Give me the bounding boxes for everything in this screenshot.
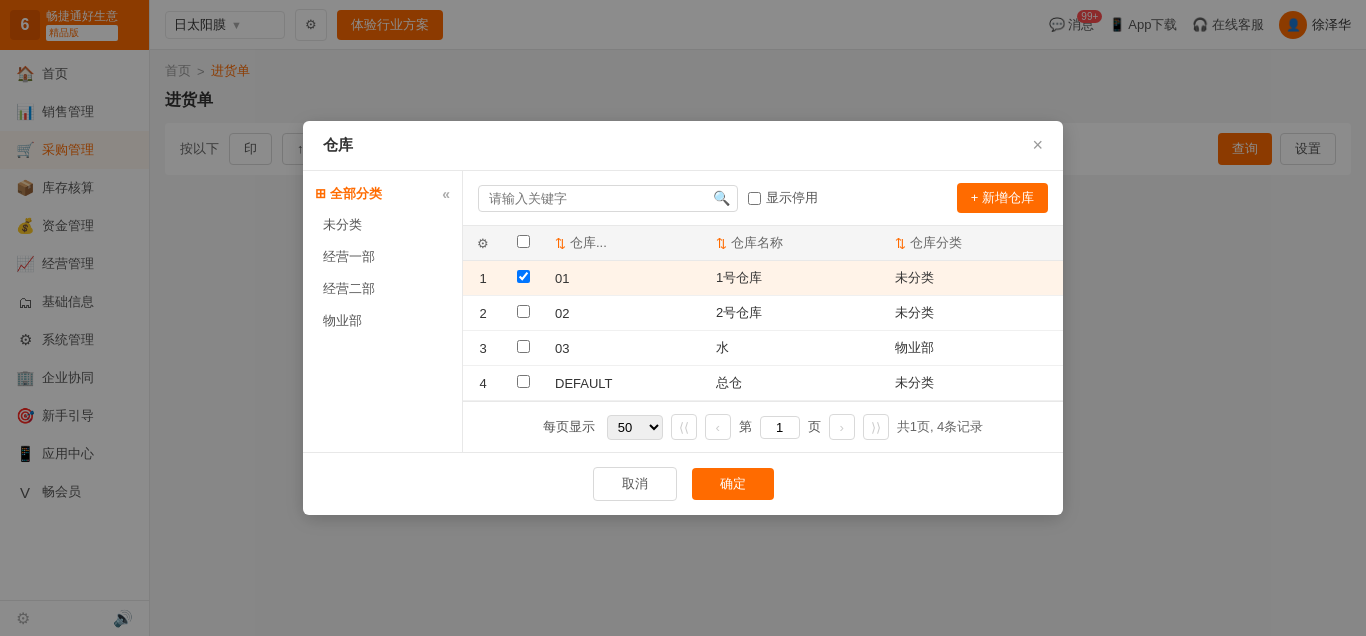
category-panel: ⊞ 全部分类 « 未分类经营一部经营二部物业部 bbox=[303, 171, 463, 452]
last-page-button[interactable]: ⟩⟩ bbox=[863, 414, 889, 440]
th-code: ⇅ 仓库... bbox=[543, 226, 704, 261]
show-disabled-checkbox[interactable] bbox=[748, 192, 761, 205]
total-info: 共1页, 4条记录 bbox=[897, 418, 984, 436]
sort-name-icon: ⇅ bbox=[716, 236, 727, 251]
page-size-label: 每页显示 bbox=[543, 418, 595, 436]
category-item-经营二部[interactable]: 经营二部 bbox=[303, 273, 462, 305]
modal-header: 仓库 × bbox=[303, 121, 1063, 171]
sort-code-icon: ⇅ bbox=[555, 236, 566, 251]
row-name: 总仓 bbox=[704, 366, 884, 401]
page-size-select[interactable]: 102050100 bbox=[607, 415, 663, 440]
row-code: 02 bbox=[543, 296, 704, 331]
category-all-header[interactable]: ⊞ 全部分类 « bbox=[303, 179, 462, 209]
modal-pagination: 每页显示 102050100 ⟨⟨ ‹ 第 页 › ⟩⟩ 共1页, 4条记录 bbox=[463, 401, 1063, 452]
modal-close-button[interactable]: × bbox=[1032, 135, 1043, 156]
search-icon[interactable]: 🔍 bbox=[713, 190, 730, 206]
th-name-label: 仓库名称 bbox=[731, 234, 783, 252]
confirm-button[interactable]: 确定 bbox=[692, 468, 774, 500]
search-input[interactable] bbox=[478, 185, 738, 212]
sort-category-icon: ⇅ bbox=[895, 236, 906, 251]
row-code: 01 bbox=[543, 261, 704, 296]
page-label: 第 bbox=[739, 418, 752, 436]
row-num: 1 bbox=[463, 261, 503, 296]
content-toolbar: 🔍 显示停用 + 新增仓库 bbox=[463, 171, 1063, 226]
modal-title: 仓库 bbox=[323, 136, 353, 155]
table-row[interactable]: 1 01 1号仓库 未分类 bbox=[463, 261, 1063, 296]
row-check[interactable] bbox=[503, 296, 543, 331]
cancel-button[interactable]: 取消 bbox=[593, 467, 677, 501]
warehouse-modal: 仓库 × ⊞ 全部分类 « 未分类经营一部经营二部物业部 bbox=[303, 121, 1063, 515]
table-row[interactable]: 2 02 2号仓库 未分类 bbox=[463, 296, 1063, 331]
show-disabled-wrap: 显示停用 bbox=[748, 189, 818, 207]
show-disabled-label: 显示停用 bbox=[766, 189, 818, 207]
row-check[interactable] bbox=[503, 331, 543, 366]
row-check[interactable] bbox=[503, 366, 543, 401]
row-check[interactable] bbox=[503, 261, 543, 296]
page-number-input[interactable] bbox=[760, 416, 800, 439]
th-category: ⇅ 仓库分类 bbox=[883, 226, 1063, 261]
table-row[interactable]: 4 DEFAULT 总仓 未分类 bbox=[463, 366, 1063, 401]
add-warehouse-button[interactable]: + 新增仓库 bbox=[957, 183, 1048, 213]
row-name: 2号仓库 bbox=[704, 296, 884, 331]
page-suffix: 页 bbox=[808, 418, 821, 436]
category-collapse-icon[interactable]: « bbox=[442, 186, 450, 202]
table-body: 1 01 1号仓库 未分类 2 02 2号仓库 未分类 3 03 水 物业部 4… bbox=[463, 261, 1063, 401]
row-category: 物业部 bbox=[883, 331, 1063, 366]
row-num: 2 bbox=[463, 296, 503, 331]
gear-th-icon: ⚙ bbox=[477, 236, 489, 251]
category-item-未分类[interactable]: 未分类 bbox=[303, 209, 462, 241]
row-name: 水 bbox=[704, 331, 884, 366]
grid-icon: ⊞ bbox=[315, 186, 326, 201]
table-row[interactable]: 3 03 水 物业部 bbox=[463, 331, 1063, 366]
table-head: ⚙ ⇅ 仓库... ⇅ bbox=[463, 226, 1063, 261]
row-name: 1号仓库 bbox=[704, 261, 884, 296]
modal-footer: 取消 确定 bbox=[303, 452, 1063, 515]
warehouse-data-table: ⚙ ⇅ 仓库... ⇅ bbox=[463, 226, 1063, 401]
th-check bbox=[503, 226, 543, 261]
row-category: 未分类 bbox=[883, 261, 1063, 296]
row-category: 未分类 bbox=[883, 366, 1063, 401]
prev-page-button[interactable]: ‹ bbox=[705, 414, 731, 440]
search-wrap: 🔍 bbox=[478, 185, 738, 212]
row-category: 未分类 bbox=[883, 296, 1063, 331]
row-code: DEFAULT bbox=[543, 366, 704, 401]
category-item-物业部[interactable]: 物业部 bbox=[303, 305, 462, 337]
th-gear: ⚙ bbox=[463, 226, 503, 261]
category-item-经营一部[interactable]: 经营一部 bbox=[303, 241, 462, 273]
modal-overlay: 仓库 × ⊞ 全部分类 « 未分类经营一部经营二部物业部 bbox=[0, 0, 1366, 636]
th-name: ⇅ 仓库名称 bbox=[704, 226, 884, 261]
category-all-label: 全部分类 bbox=[330, 186, 382, 201]
category-list: 未分类经营一部经营二部物业部 bbox=[303, 209, 462, 337]
row-code: 03 bbox=[543, 331, 704, 366]
row-num: 4 bbox=[463, 366, 503, 401]
warehouse-table: ⚙ ⇅ 仓库... ⇅ bbox=[463, 226, 1063, 401]
th-code-label: 仓库... bbox=[570, 234, 607, 252]
first-page-button[interactable]: ⟨⟨ bbox=[671, 414, 697, 440]
content-panel: 🔍 显示停用 + 新增仓库 ⚙ bbox=[463, 171, 1063, 452]
select-all-checkbox[interactable] bbox=[517, 235, 530, 248]
next-page-button[interactable]: › bbox=[829, 414, 855, 440]
th-category-label: 仓库分类 bbox=[910, 234, 962, 252]
modal-body: ⊞ 全部分类 « 未分类经营一部经营二部物业部 🔍 bbox=[303, 171, 1063, 452]
row-num: 3 bbox=[463, 331, 503, 366]
